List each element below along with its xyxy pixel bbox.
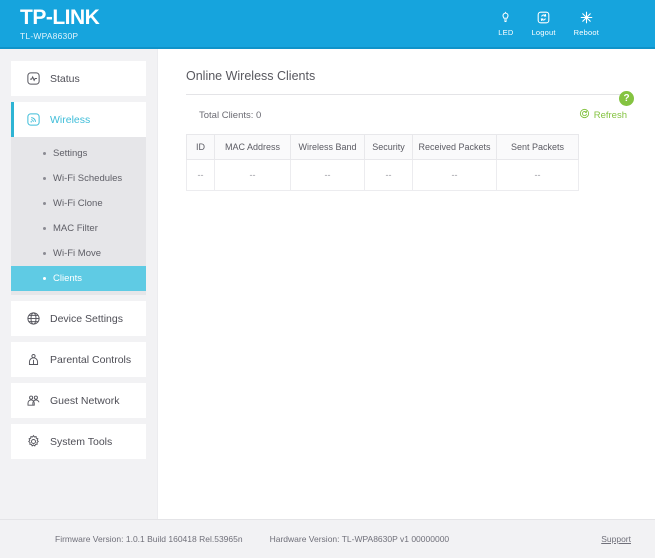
header-tools: LED Logout Reboot <box>498 10 639 37</box>
status-pulse-icon <box>25 71 41 87</box>
column-header-sent-packets: Sent Packets <box>496 134 579 160</box>
app-footer: Firmware Version: 1.0.1 Build 160418 Rel… <box>0 519 655 558</box>
wireless-submenu: Settings Wi-Fi Schedules Wi-Fi Clone MAC… <box>11 137 146 295</box>
app-header: TP-LINK TL-WPA8630P LED Logout Reboot <box>0 0 655 49</box>
guest-network-icon <box>25 393 41 409</box>
column-header-wireless-band: Wireless Band <box>290 134 365 160</box>
bullet-icon <box>43 202 46 205</box>
nav-block-wireless: Wireless Settings Wi-Fi Schedules Wi-Fi … <box>11 102 146 295</box>
nav-block-parental-controls: Parental Controls <box>11 342 146 377</box>
submenu-item-label: Settings <box>53 148 88 159</box>
sidebar-item-label: Wireless <box>50 113 91 126</box>
nav-block-device-settings: Device Settings <box>11 301 146 336</box>
led-label: LED <box>498 28 514 37</box>
submenu-item-clients[interactable]: Clients <box>11 266 146 291</box>
logout-icon <box>536 10 551 25</box>
sidebar-item-status[interactable]: Status <box>11 61 146 96</box>
sidebar-item-wireless[interactable]: Wireless <box>11 102 146 137</box>
table-header-row: ID MAC Address Wireless Band Security Re… <box>186 134 579 160</box>
table-toolbar: Total Clients: 0 Refresh <box>186 95 631 134</box>
sidebar-item-parental-controls[interactable]: Parental Controls <box>11 342 146 377</box>
support-link[interactable]: Support <box>601 534 631 544</box>
wireless-signal-icon <box>25 112 41 128</box>
body-wrap: Status Wireless Settings Wi-Fi Schedules… <box>0 49 655 519</box>
sidebar-item-guest-network[interactable]: Guest Network <box>11 383 146 418</box>
sidebar-item-label: Device Settings <box>50 312 123 325</box>
globe-icon <box>25 311 41 327</box>
bullet-icon <box>43 152 46 155</box>
column-header-security: Security <box>364 134 413 160</box>
submenu-item-wifi-clone[interactable]: Wi-Fi Clone <box>11 191 146 216</box>
submenu-item-label: MAC Filter <box>53 223 98 234</box>
brand-name: TP-LINK <box>20 5 100 29</box>
table-body: -- -- -- -- -- -- <box>186 159 579 191</box>
sidebar-item-label: Guest Network <box>50 394 120 407</box>
cell-sent-packets: -- <box>496 159 579 191</box>
reboot-label: Reboot <box>573 28 599 37</box>
bullet-icon <box>43 227 46 230</box>
column-header-id: ID <box>186 134 215 160</box>
sidebar-item-device-settings[interactable]: Device Settings <box>11 301 146 336</box>
bullet-icon <box>43 252 46 255</box>
led-bulb-icon <box>498 10 513 25</box>
sidebar: Status Wireless Settings Wi-Fi Schedules… <box>0 49 158 519</box>
cell-received-packets: -- <box>412 159 497 191</box>
submenu-item-label: Clients <box>53 273 83 284</box>
submenu-item-label: Wi-Fi Clone <box>53 198 103 209</box>
sidebar-item-label: Parental Controls <box>50 353 132 366</box>
logout-label: Logout <box>531 28 556 37</box>
led-button[interactable]: LED <box>498 10 513 37</box>
submenu-item-label: Wi-Fi Schedules <box>53 173 123 184</box>
total-clients-label: Total Clients: 0 <box>199 109 262 121</box>
cell-security: -- <box>364 159 413 191</box>
cell-wireless-band: -- <box>290 159 365 191</box>
submenu-item-wifi-move[interactable]: Wi-Fi Move <box>11 241 146 266</box>
logout-button[interactable]: Logout <box>531 10 555 37</box>
submenu-item-wifi-schedules[interactable]: Wi-Fi Schedules <box>11 166 146 191</box>
refresh-icon <box>579 106 590 124</box>
table-head: ID MAC Address Wireless Band Security Re… <box>186 134 579 160</box>
brand-logo: TP-LINK TL-WPA8630P <box>20 5 100 41</box>
cell-mac-address: -- <box>214 159 291 191</box>
submenu-item-label: Wi-Fi Move <box>53 248 102 259</box>
nav-block-guest-network: Guest Network <box>11 383 146 418</box>
sidebar-item-label: System Tools <box>50 435 113 448</box>
page-title: Online Wireless Clients <box>186 69 631 95</box>
gear-icon <box>25 434 41 450</box>
refresh-label: Refresh <box>593 109 627 121</box>
bullet-icon <box>43 277 46 280</box>
reboot-icon <box>579 10 594 25</box>
cell-id: -- <box>186 159 215 191</box>
help-button[interactable]: ? <box>619 91 634 106</box>
submenu-item-settings[interactable]: Settings <box>11 141 146 166</box>
nav-block-status: Status <box>11 61 146 96</box>
app-window: TP-LINK TL-WPA8630P LED Logout Reboot St… <box>0 0 655 558</box>
table-row: -- -- -- -- -- -- <box>186 159 579 191</box>
refresh-button[interactable]: Refresh <box>579 106 627 124</box>
firmware-version: Firmware Version: 1.0.1 Build 160418 Rel… <box>55 534 243 544</box>
nav-block-system-tools: System Tools <box>11 424 146 459</box>
column-header-mac-address: MAC Address <box>214 134 291 160</box>
sidebar-item-label: Status <box>50 72 80 85</box>
main-content: ? Online Wireless Clients Total Clients:… <box>158 49 655 519</box>
parental-controls-icon <box>25 352 41 368</box>
clients-table: ID MAC Address Wireless Band Security Re… <box>186 134 579 191</box>
brand-model: TL-WPA8630P <box>20 30 79 41</box>
bullet-icon <box>43 177 46 180</box>
column-header-received-packets: Received Packets <box>412 134 497 160</box>
hardware-version: Hardware Version: TL-WPA8630P v1 0000000… <box>269 534 450 544</box>
submenu-item-mac-filter[interactable]: MAC Filter <box>11 216 146 241</box>
reboot-button[interactable]: Reboot <box>574 10 599 37</box>
sidebar-item-system-tools[interactable]: System Tools <box>11 424 146 459</box>
